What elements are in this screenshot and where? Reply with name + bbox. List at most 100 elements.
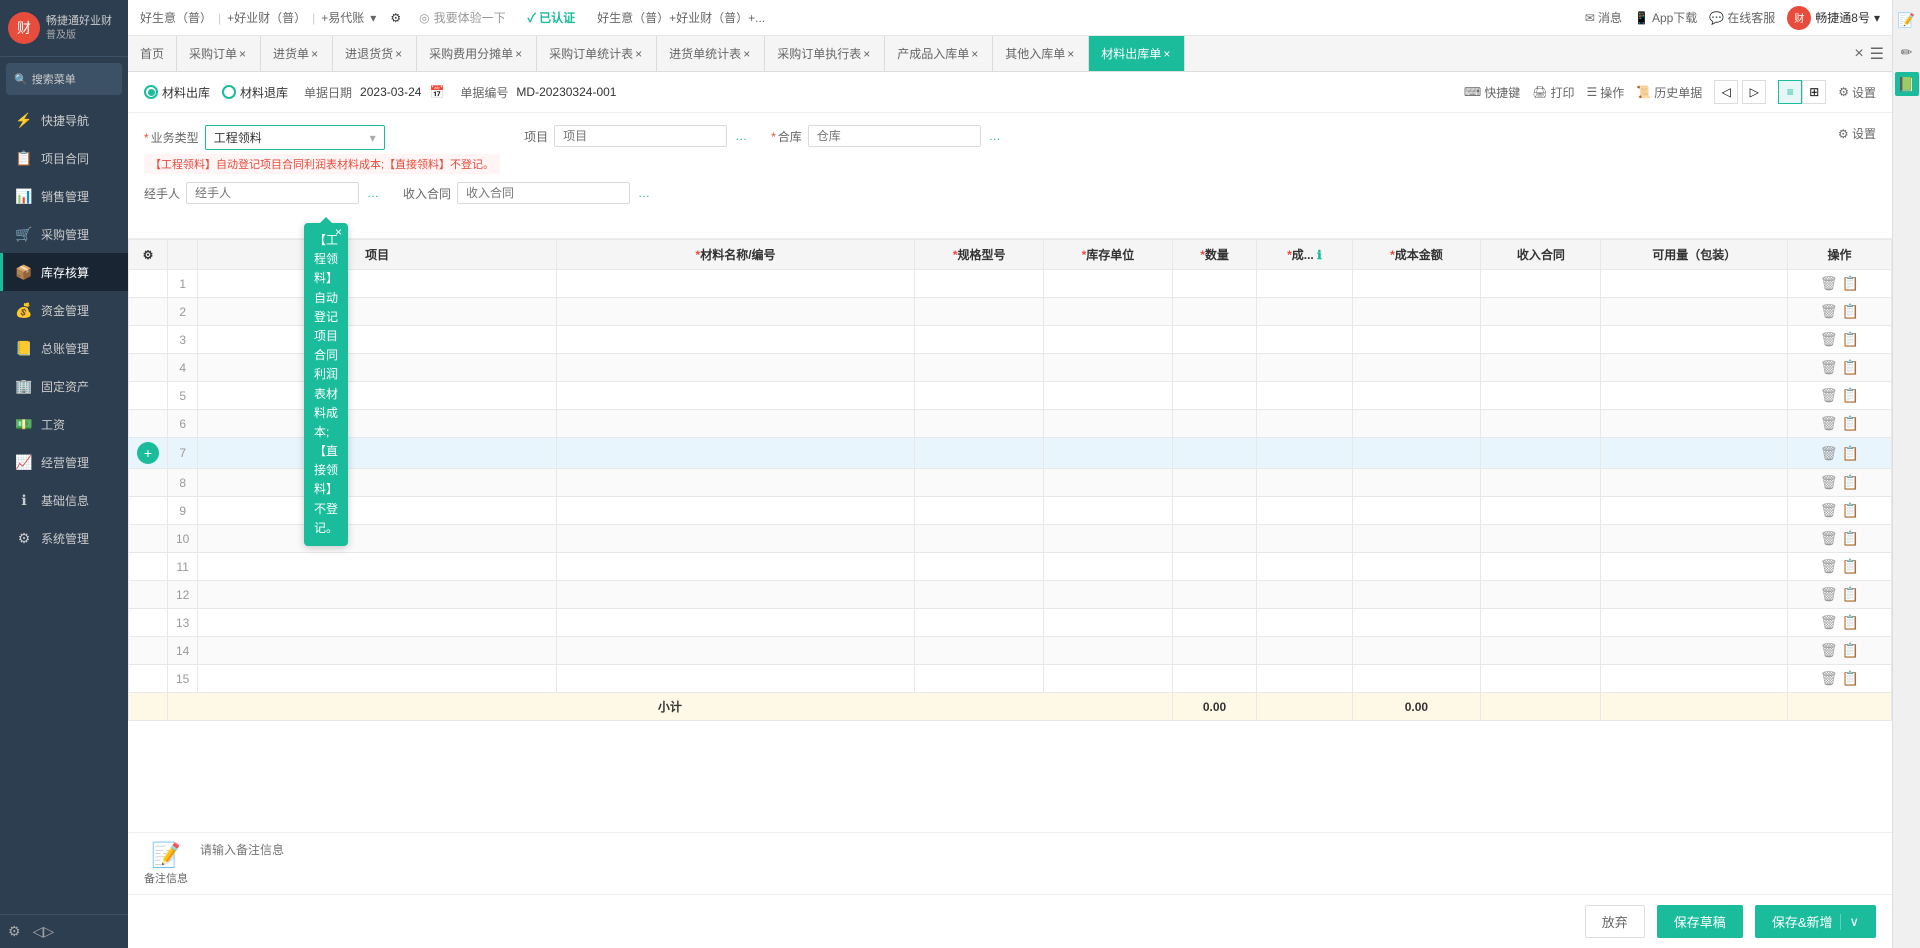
tab-material-outbound[interactable]: 材料出库单 × [1089,36,1185,72]
tab-other-inbound[interactable]: 其他入库单 × [993,36,1089,72]
print-btn[interactable]: 🖨 打印 [1532,84,1574,101]
row-copy-btn[interactable]: 📋 [1842,502,1859,519]
experience-btn[interactable]: ◎ 我要体验一下 [419,9,506,26]
row-delete-btn[interactable]: 🗑 [1820,387,1838,404]
view-list-btn[interactable]: ≡ [1778,80,1802,104]
sidebar-item-project-contract[interactable]: 📋 项目合同 [0,139,128,177]
row-copy-btn[interactable]: 📋 [1842,415,1859,432]
tab-close-purchase-execution[interactable]: × [861,47,872,61]
cost-info-icon[interactable]: ℹ [1317,248,1322,262]
tab-close-finished-goods[interactable]: × [969,47,980,61]
row-copy-btn[interactable]: 📋 [1842,530,1859,547]
tab-purchase-order[interactable]: 采购订单 × [177,36,261,72]
row-delete-btn[interactable]: 🗑 [1820,415,1838,432]
tab-close-incoming[interactable]: × [309,47,320,61]
row-copy-btn[interactable]: 📋 [1842,275,1859,292]
tab-close-purchase-expense[interactable]: × [513,47,524,61]
topbar-nav-haoshengyi[interactable]: 好生意（普） [140,9,212,26]
view-grid-btn[interactable]: ⊞ [1802,80,1826,104]
sidebar-item-base-info[interactable]: ℹ 基础信息 [0,481,128,519]
discard-btn[interactable]: 放弃 [1585,905,1645,938]
sidebar-item-finance[interactable]: 💰 资金管理 [0,291,128,329]
row-delete-btn[interactable]: 🗑 [1820,331,1838,348]
row-delete-btn[interactable]: 🗑 [1820,445,1838,462]
sidebar-item-quick-nav[interactable]: ⚡ 快捷导航 [0,101,128,139]
row-delete-btn[interactable]: 🗑 [1820,558,1838,575]
tab-incoming-stats[interactable]: 进货单统计表 × [657,36,765,72]
tab-close-purchase-order[interactable]: × [237,47,248,61]
calendar-icon[interactable]: 📅 [429,85,444,99]
row-copy-btn[interactable]: 📋 [1842,614,1859,631]
sidebar-item-ledger[interactable]: 📒 总账管理 [0,329,128,367]
topbar-settings-icon[interactable]: ⚙ [390,11,401,25]
tab-purchase-execution[interactable]: 采购订单执行表 × [765,36,885,72]
app-download-btn[interactable]: 📱 App下载 [1634,9,1697,26]
handler-input[interactable] [186,182,359,204]
row7-material-input[interactable] [565,446,906,461]
sidebar-item-operations[interactable]: 📈 经营管理 [0,443,128,481]
sidebar-item-fixed-assets[interactable]: 🏢 固定资产 [0,367,128,405]
user-menu[interactable]: 财 畅捷通8号 ▾ [1787,6,1880,30]
save-new-btn[interactable]: 保存&新增 ∨ [1755,905,1876,938]
topbar-nav-more-arrow[interactable]: ▾ [370,11,376,25]
radio-material-outbound[interactable]: 材料出库 [144,84,210,101]
row-copy-btn[interactable]: 📋 [1842,670,1859,687]
row-copy-btn[interactable]: 📋 [1842,642,1859,659]
row-copy-btn[interactable]: 📋 [1842,359,1859,376]
collapse-icon[interactable]: ◁▷ [33,923,55,940]
row-copy-btn[interactable]: 📋 [1842,303,1859,320]
history-btn[interactable]: 📜 历史单据 [1636,84,1702,101]
message-btn[interactable]: ✉ 消息 [1585,9,1622,26]
right-sidebar-doc-icon[interactable]: 📗 [1895,72,1919,96]
note-textarea[interactable] [200,841,1876,881]
operation-btn[interactable]: ☰ 操作 [1586,84,1624,101]
tab-close-purchase-stats[interactable]: × [633,47,644,61]
row-copy-btn[interactable]: 📋 [1842,586,1859,603]
row-copy-btn[interactable]: 📋 [1842,445,1859,462]
row-delete-btn[interactable]: 🗑 [1820,275,1838,292]
sidebar-item-sales[interactable]: 📊 销售管理 [0,177,128,215]
row-delete-btn[interactable]: 🗑 [1820,474,1838,491]
tab-close-all-btn[interactable]: × [1854,45,1863,63]
row7-project-input[interactable] [206,446,547,461]
row-delete-btn[interactable]: 🗑 [1820,359,1838,376]
radio-material-return[interactable]: 材料退库 [222,84,288,101]
row-delete-btn[interactable]: 🗑 [1820,502,1838,519]
handler-dots-btn[interactable]: … [367,186,379,200]
tab-close-incoming-stats[interactable]: × [741,47,752,61]
page-prev-btn[interactable]: ◁ [1714,80,1738,104]
right-sidebar-edit-icon[interactable]: ✏ [1895,40,1919,64]
income-contract-input[interactable] [457,182,630,204]
project-input[interactable] [554,125,727,147]
tab-home[interactable]: 首页 [128,36,177,72]
business-type-select[interactable]: 工程领料 ▾ [205,125,385,150]
quick-key-btn[interactable]: ⌨ 快捷键 [1464,84,1520,101]
save-draft-btn[interactable]: 保存草稿 [1657,905,1743,938]
tab-purchase-expense[interactable]: 采购费用分摊单 × [417,36,537,72]
tab-finished-goods[interactable]: 产成品入库单 × [885,36,993,72]
form-settings-btn[interactable]: ⚙ 设置 [1838,125,1876,142]
sidebar-item-purchase[interactable]: 🛒 采购管理 [0,215,128,253]
row-delete-btn[interactable]: 🗑 [1820,670,1838,687]
online-service-btn[interactable]: 💬 在线客服 [1709,9,1775,26]
row-copy-btn[interactable]: 📋 [1842,474,1859,491]
sidebar-search[interactable]: 🔍 搜索菜单 [6,63,122,95]
settings-btn[interactable]: ⚙ 设置 [1838,84,1876,101]
income-contract-dots-btn[interactable]: … [638,186,650,200]
save-new-arrow[interactable]: ∨ [1840,914,1859,930]
sidebar-item-system[interactable]: ⚙ 系统管理 [0,519,128,557]
row-delete-btn[interactable]: 🗑 [1820,586,1838,603]
tab-incoming[interactable]: 进货单 × [261,36,333,72]
warehouse-dots-btn[interactable]: … [989,129,1001,143]
row-delete-btn[interactable]: 🗑 [1820,530,1838,547]
column-settings-icon[interactable]: ⚙ [143,248,154,262]
page-next-btn[interactable]: ▷ [1742,80,1766,104]
sidebar-item-salary[interactable]: 💵 工资 [0,405,128,443]
row-delete-btn[interactable]: 🗑 [1820,614,1838,631]
settings-icon[interactable]: ⚙ [8,923,21,940]
topbar-nav-haoyecai[interactable]: +好业财（普） [227,9,306,26]
row-copy-btn[interactable]: 📋 [1842,558,1859,575]
tab-purchase-stats[interactable]: 采购订单统计表 × [537,36,657,72]
topbar-nav-yidaizhang[interactable]: +易代账 [321,9,364,26]
row-delete-btn[interactable]: 🗑 [1820,303,1838,320]
